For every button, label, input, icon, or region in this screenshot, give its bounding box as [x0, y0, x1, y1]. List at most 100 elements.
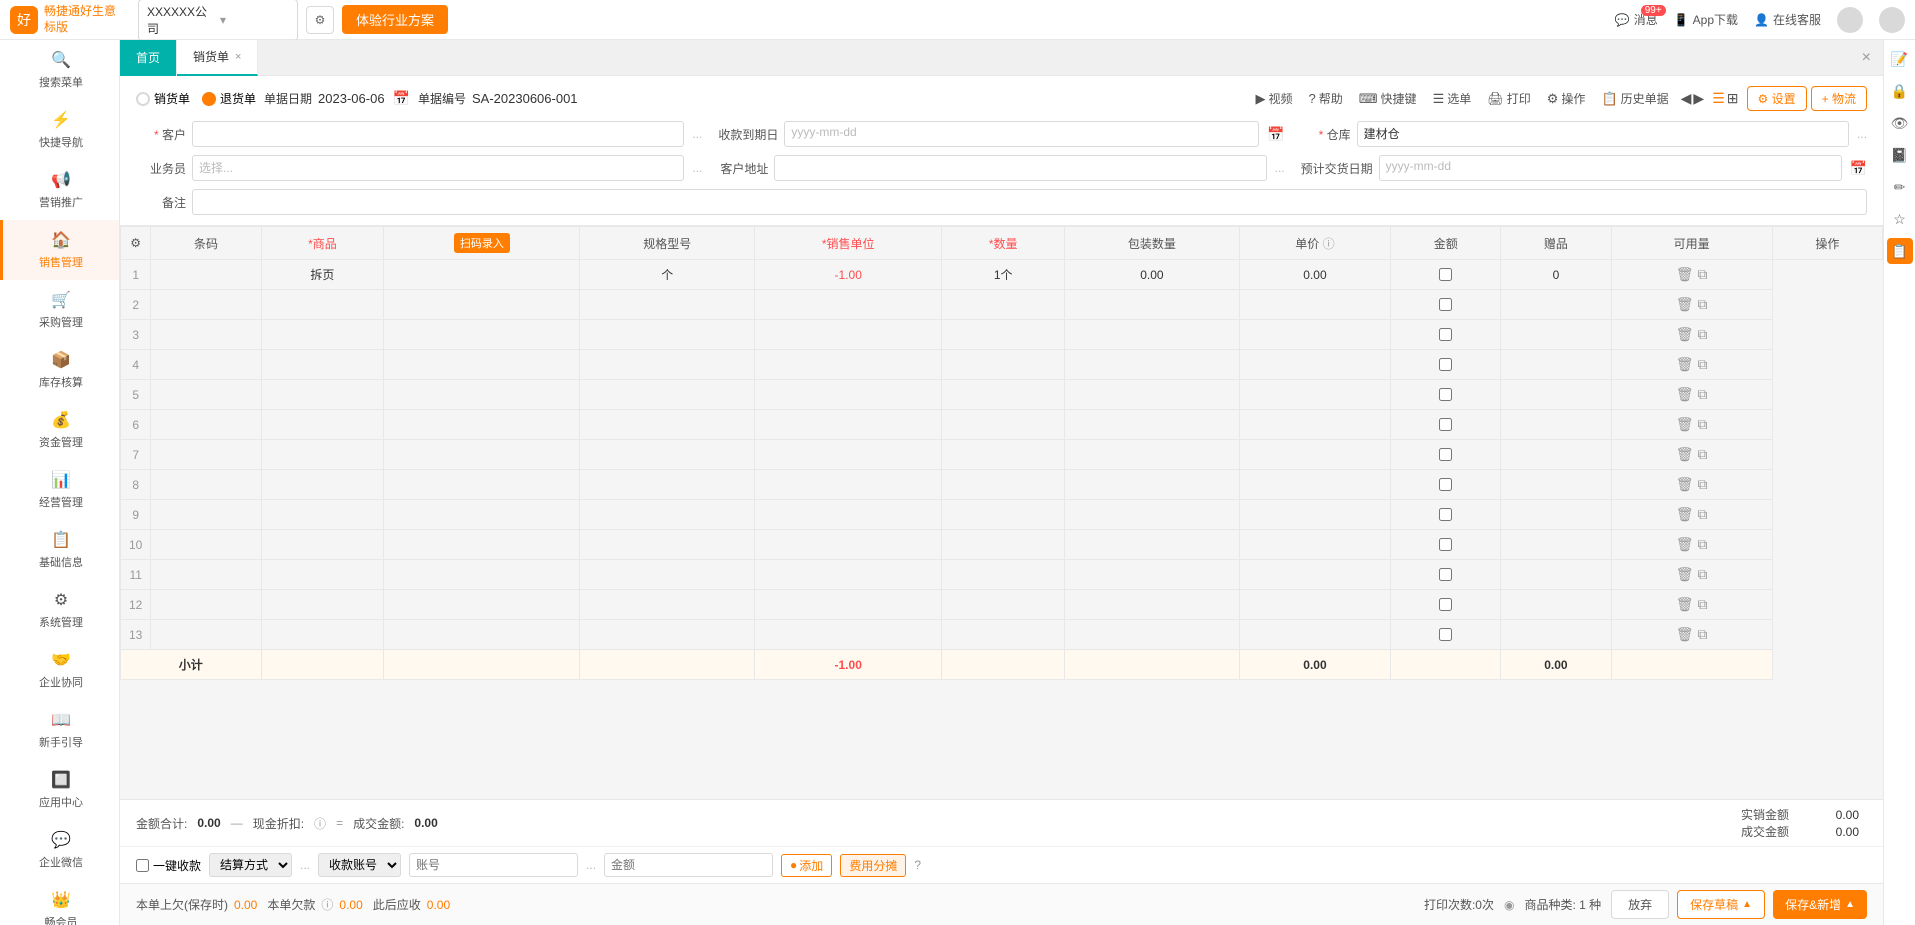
cell-gift-8[interactable]	[1391, 470, 1501, 500]
cell-qty-11[interactable]	[755, 560, 942, 590]
gift-checkbox-13[interactable]	[1439, 628, 1452, 641]
trial-button[interactable]: 体验行业方案	[342, 5, 448, 34]
cell-qty-1[interactable]: -1.00	[755, 260, 942, 290]
next-arrow[interactable]: ▶	[1693, 90, 1704, 107]
rp-btn-4[interactable]: 📓	[1887, 142, 1913, 168]
cell-unit-9[interactable]	[580, 500, 755, 530]
expected-date-calendar-icon[interactable]: 📅	[1850, 160, 1867, 177]
delete-icon-9[interactable]: 🗑	[1676, 506, 1694, 523]
rp-btn-5[interactable]: ✏	[1887, 174, 1913, 200]
cell-pkg-12[interactable]	[942, 590, 1065, 620]
shortcut-btn[interactable]: ⌨ 快捷键	[1355, 88, 1421, 109]
cell-qty-10[interactable]	[755, 530, 942, 560]
cell-gift-1[interactable]	[1391, 260, 1501, 290]
cell-price-9[interactable]	[1065, 500, 1240, 530]
cell-product-13[interactable]	[261, 620, 384, 650]
cell-spec-4[interactable]	[384, 350, 580, 380]
cell-qty-3[interactable]	[755, 320, 942, 350]
save-new-button[interactable]: 保存&新增 ▲	[1773, 890, 1867, 919]
cell-gift-6[interactable]	[1391, 410, 1501, 440]
table-container[interactable]: ⚙ 条码 *商品 扫码录入 规格型号 *销售单位 *数量 包装数量	[120, 226, 1883, 799]
cell-unit-4[interactable]	[580, 350, 755, 380]
cell-unit-2[interactable]	[580, 290, 755, 320]
gift-checkbox-1[interactable]	[1439, 268, 1452, 281]
cell-qty-5[interactable]	[755, 380, 942, 410]
cell-unit-7[interactable]	[580, 440, 755, 470]
cell-unit-6[interactable]	[580, 410, 755, 440]
cell-amount-13[interactable]	[1239, 620, 1390, 650]
gift-checkbox-3[interactable]	[1439, 328, 1452, 341]
cell-gift-12[interactable]	[1391, 590, 1501, 620]
delete-icon-6[interactable]: 🗑	[1676, 416, 1694, 433]
cell-product-1[interactable]: 拆页	[261, 260, 384, 290]
cash-discount-info-icon[interactable]: ⓘ	[314, 815, 326, 832]
cell-amount-1[interactable]: 0.00	[1239, 260, 1390, 290]
cell-barcode-7[interactable]	[151, 440, 261, 470]
delete-icon-1[interactable]: 🗑	[1676, 266, 1694, 283]
cell-price-4[interactable]	[1065, 350, 1240, 380]
copy-icon-13[interactable]: ⧉	[1698, 626, 1708, 643]
delete-icon-11[interactable]: 🗑	[1676, 566, 1694, 583]
cell-unit-13[interactable]	[580, 620, 755, 650]
sidebar-item-member[interactable]: 👑 畅会员	[0, 880, 119, 925]
cell-amount-11[interactable]	[1239, 560, 1390, 590]
rp-btn-2[interactable]: 🔒	[1887, 78, 1913, 104]
cell-spec-10[interactable]	[384, 530, 580, 560]
copy-icon-1[interactable]: ⧉	[1698, 266, 1708, 283]
cell-unit-1[interactable]: 个	[580, 260, 755, 290]
copy-icon-2[interactable]: ⧉	[1698, 296, 1708, 313]
delete-icon-12[interactable]: 🗑	[1676, 596, 1694, 613]
cell-spec-2[interactable]	[384, 290, 580, 320]
settings-icon[interactable]: ⚙	[306, 6, 334, 34]
sidebar-item-marketing[interactable]: 📢 营销推广	[0, 160, 119, 220]
delete-icon-7[interactable]: 🗑	[1676, 446, 1694, 463]
gift-checkbox-10[interactable]	[1439, 538, 1452, 551]
cell-product-10[interactable]	[261, 530, 384, 560]
amount-input[interactable]	[604, 853, 773, 877]
sidebar-item-wechat[interactable]: 💬 企业微信	[0, 820, 119, 880]
cell-spec-3[interactable]	[384, 320, 580, 350]
remark-input[interactable]	[192, 189, 1867, 215]
expected-date-input[interactable]: yyyy-mm-dd	[1379, 155, 1842, 181]
due-date-input[interactable]: yyyy-mm-dd	[784, 121, 1259, 147]
cell-spec-9[interactable]	[384, 500, 580, 530]
copy-icon-8[interactable]: ⧉	[1698, 476, 1708, 493]
delete-icon-8[interactable]: 🗑	[1676, 476, 1694, 493]
cell-unit-10[interactable]	[580, 530, 755, 560]
cell-product-2[interactable]	[261, 290, 384, 320]
message-icon[interactable]: 💬 消息 99+	[1615, 11, 1658, 28]
cell-qty-4[interactable]	[755, 350, 942, 380]
warehouse-ellipsis[interactable]: ...	[1857, 127, 1867, 141]
cell-product-9[interactable]	[261, 500, 384, 530]
cell-unit-11[interactable]	[580, 560, 755, 590]
sidebar-item-appstore[interactable]: 🔲 应用中心	[0, 760, 119, 820]
cell-barcode-4[interactable]	[151, 350, 261, 380]
cell-barcode-2[interactable]	[151, 290, 261, 320]
cell-amount-3[interactable]	[1239, 320, 1390, 350]
cell-amount-5[interactable]	[1239, 380, 1390, 410]
cell-price-13[interactable]	[1065, 620, 1240, 650]
gift-checkbox-7[interactable]	[1439, 448, 1452, 461]
gift-checkbox-11[interactable]	[1439, 568, 1452, 581]
cell-pkg-6[interactable]	[942, 410, 1065, 440]
sidebar-item-guide[interactable]: 📖 新手引导	[0, 700, 119, 760]
cell-barcode-9[interactable]	[151, 500, 261, 530]
one-click-pay-check[interactable]: 一键收款	[136, 857, 201, 874]
cell-spec-6[interactable]	[384, 410, 580, 440]
cell-qty-7[interactable]	[755, 440, 942, 470]
cell-barcode-11[interactable]	[151, 560, 261, 590]
cell-gift-11[interactable]	[1391, 560, 1501, 590]
cell-price-3[interactable]	[1065, 320, 1240, 350]
logistics-button[interactable]: + 物流	[1811, 86, 1867, 111]
account-select[interactable]: 收款账号	[318, 853, 401, 877]
gift-checkbox-2[interactable]	[1439, 298, 1452, 311]
cell-gift-7[interactable]	[1391, 440, 1501, 470]
cell-amount-10[interactable]	[1239, 530, 1390, 560]
cell-barcode-10[interactable]	[151, 530, 261, 560]
cell-qty-12[interactable]	[755, 590, 942, 620]
cell-product-4[interactable]	[261, 350, 384, 380]
cell-pkg-9[interactable]	[942, 500, 1065, 530]
delete-icon-2[interactable]: 🗑	[1676, 296, 1694, 313]
price-info-icon[interactable]: ⓘ	[1323, 237, 1335, 251]
settings-button[interactable]: ⚙ 设置	[1747, 86, 1807, 111]
